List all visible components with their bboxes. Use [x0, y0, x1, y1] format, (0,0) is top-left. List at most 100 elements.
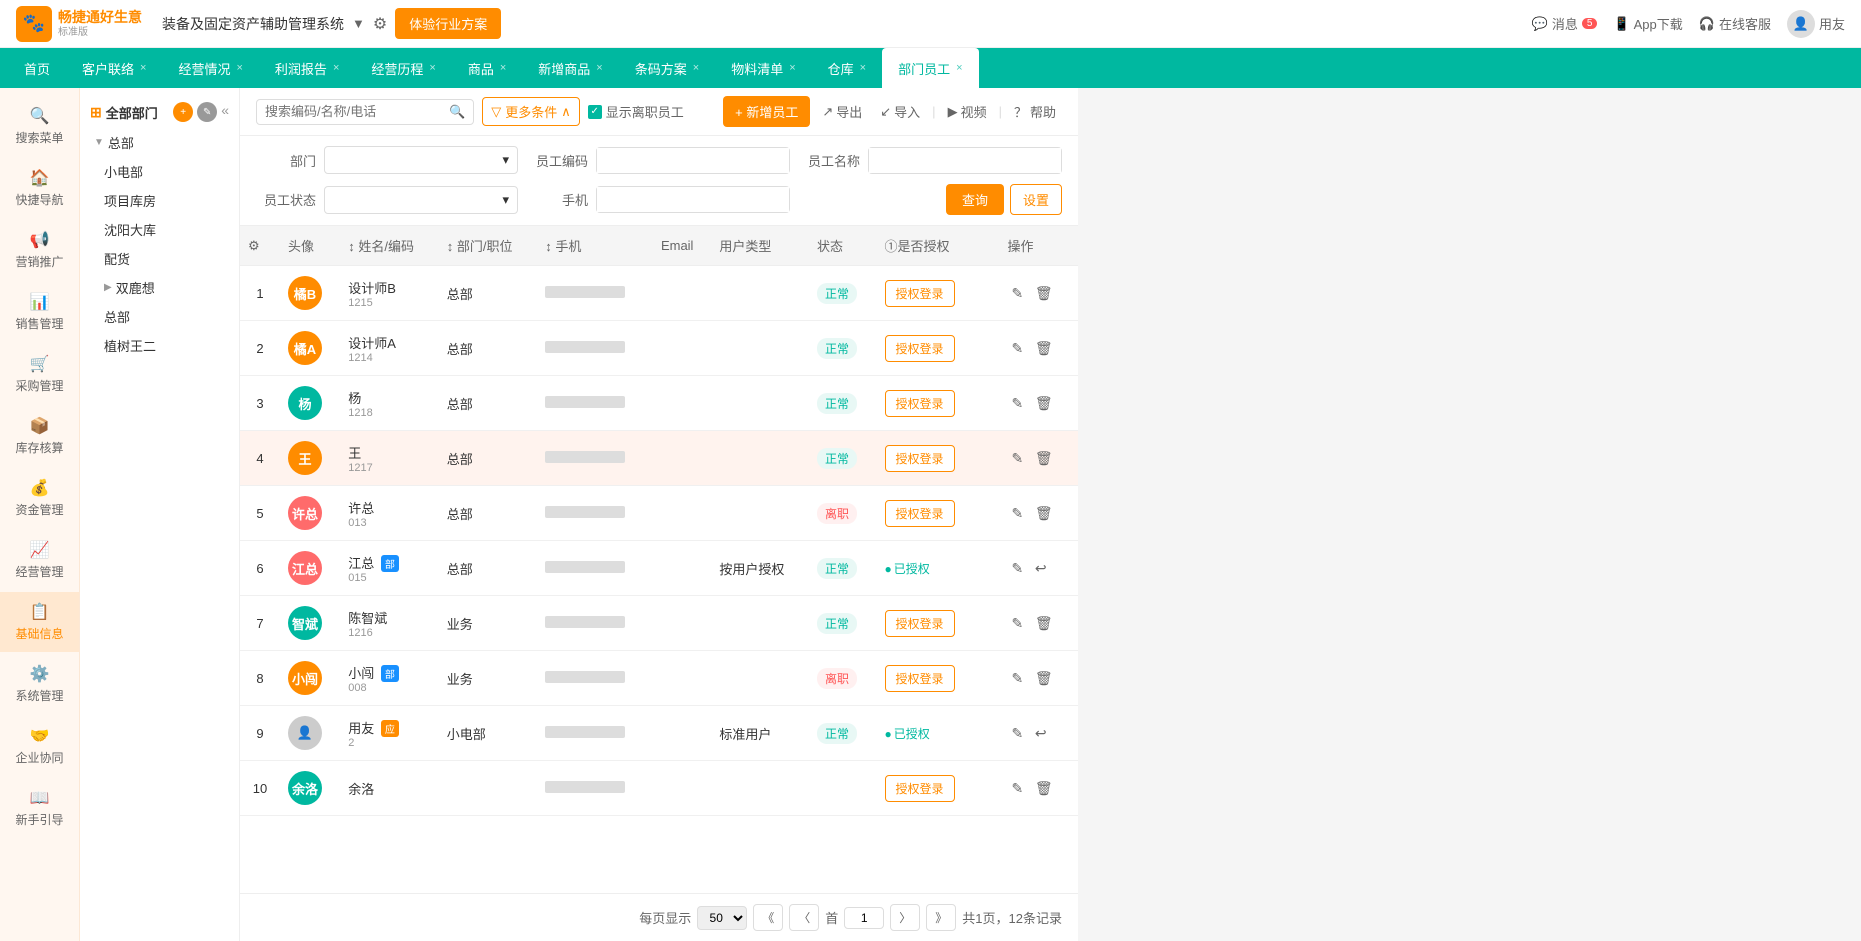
- tab-process-close[interactable]: ×: [429, 62, 435, 74]
- delete-button[interactable]: 🗑: [1031, 338, 1057, 358]
- tab-employees-close[interactable]: ×: [956, 62, 962, 74]
- user-area[interactable]: 👤 用友: [1787, 10, 1845, 38]
- emp-name-input[interactable]: [869, 148, 1061, 173]
- query-button[interactable]: 查询: [946, 184, 1004, 215]
- set-button[interactable]: 设置: [1010, 184, 1062, 215]
- tab-add-goods[interactable]: 新增商品 ×: [522, 48, 618, 88]
- tree-item-zongbu[interactable]: ▼ 总部: [80, 128, 239, 157]
- delete-button[interactable]: ↩: [1031, 723, 1051, 743]
- gear-icon[interactable]: ⚙: [373, 14, 387, 34]
- show-resigned-toggle[interactable]: ✓ 显示离职员工: [588, 102, 684, 121]
- trial-button[interactable]: 体验行业方案: [395, 8, 501, 39]
- edit-button[interactable]: ✎: [1007, 503, 1027, 523]
- phone-input[interactable]: [597, 187, 789, 212]
- emp-status-select[interactable]: ▾: [324, 186, 518, 214]
- tab-profit-close[interactable]: ×: [333, 62, 339, 74]
- sidebar-item-system[interactable]: ⚙️ 系统管理: [0, 654, 79, 714]
- delete-button[interactable]: 🗑: [1031, 613, 1057, 633]
- view-button[interactable]: ▶ 视频: [942, 98, 993, 125]
- export-button[interactable]: ↗ 导出: [816, 98, 868, 125]
- delete-button[interactable]: 🗑: [1031, 393, 1057, 413]
- delete-button[interactable]: 🗑: [1031, 448, 1057, 468]
- tab-goods[interactable]: 商品 ×: [452, 48, 522, 88]
- app-download-btn[interactable]: 📱 App下载: [1613, 14, 1682, 33]
- tab-operation[interactable]: 经营情况 ×: [162, 48, 258, 88]
- tab-employees[interactable]: 部门员工 ×: [882, 48, 978, 88]
- auth-button[interactable]: 授权登录: [885, 390, 955, 417]
- tab-bom[interactable]: 物料清单 ×: [715, 48, 811, 88]
- first-page-button[interactable]: 《: [753, 904, 783, 931]
- tree-item-zongbu2[interactable]: 总部: [80, 302, 239, 331]
- tab-barcode-close[interactable]: ×: [693, 62, 699, 74]
- delete-button[interactable]: ↩: [1031, 558, 1051, 578]
- edit-button[interactable]: ✎: [1007, 613, 1027, 633]
- dept-collapse-icon[interactable]: «: [221, 102, 229, 122]
- delete-button[interactable]: 🗑: [1031, 668, 1057, 688]
- tab-customer-close[interactable]: ×: [140, 62, 146, 74]
- filter-more-btn[interactable]: ▽ 更多条件 ∧: [482, 97, 580, 126]
- edit-button[interactable]: ✎: [1007, 338, 1027, 358]
- edit-button[interactable]: ✎: [1007, 393, 1027, 413]
- sidebar-item-basic[interactable]: 📋 基础信息: [0, 592, 79, 652]
- tab-goods-close[interactable]: ×: [500, 62, 506, 74]
- prev-page-button[interactable]: 〈: [789, 904, 819, 931]
- sidebar-item-purchase[interactable]: 🛒 采购管理: [0, 344, 79, 404]
- tab-barcode[interactable]: 条码方案 ×: [619, 48, 715, 88]
- edit-button[interactable]: ✎: [1007, 723, 1027, 743]
- tab-warehouse-close[interactable]: ×: [860, 62, 866, 74]
- tab-customer[interactable]: 客户联络 ×: [66, 48, 162, 88]
- edit-button[interactable]: ✎: [1007, 283, 1027, 303]
- auth-button[interactable]: 授权登录: [885, 775, 955, 802]
- col-settings[interactable]: ⚙: [240, 226, 280, 266]
- sidebar-item-search[interactable]: 🔍 搜索菜单: [0, 96, 79, 156]
- sidebar-item-guide[interactable]: 📖 新手引导: [0, 778, 79, 838]
- tab-bom-close[interactable]: ×: [789, 62, 795, 74]
- message-btn[interactable]: 💬 消息 5: [1532, 14, 1598, 33]
- dept-edit-icon[interactable]: ✎: [197, 102, 217, 122]
- auth-button[interactable]: 授权登录: [885, 665, 955, 692]
- edit-button[interactable]: ✎: [1007, 778, 1027, 798]
- col-name[interactable]: ↕ 姓名/编码: [340, 226, 439, 266]
- sidebar-item-collab[interactable]: 🤝 企业协同: [0, 716, 79, 776]
- delete-button[interactable]: 🗑: [1031, 503, 1057, 523]
- emp-code-input[interactable]: [597, 148, 789, 173]
- auth-button[interactable]: 授权登录: [885, 610, 955, 637]
- help-button[interactable]: ？ 帮助: [1008, 98, 1062, 125]
- tab-process[interactable]: 经营历程 ×: [355, 48, 451, 88]
- tree-item-zhishu[interactable]: 植树王二: [80, 331, 239, 360]
- dept-select[interactable]: ▾: [324, 146, 518, 174]
- sidebar-item-finance[interactable]: 💰 资金管理: [0, 468, 79, 528]
- tab-operation-close[interactable]: ×: [236, 62, 242, 74]
- sidebar-item-inventory[interactable]: 📦 库存核算: [0, 406, 79, 466]
- tree-item-shenyang[interactable]: 沈阳大库: [80, 215, 239, 244]
- tab-profit[interactable]: 利润报告 ×: [259, 48, 355, 88]
- page-number-input[interactable]: [844, 907, 884, 929]
- col-phone[interactable]: ↕ 手机: [537, 226, 653, 266]
- col-dept[interactable]: ↕ 部门/职位: [439, 226, 538, 266]
- per-page-select[interactable]: 50: [697, 906, 747, 930]
- edit-button[interactable]: ✎: [1007, 558, 1027, 578]
- tab-add-goods-close[interactable]: ×: [596, 62, 602, 74]
- delete-button[interactable]: 🗑: [1031, 283, 1057, 303]
- edit-button[interactable]: ✎: [1007, 448, 1027, 468]
- sidebar-item-operations[interactable]: 📈 经营管理: [0, 530, 79, 590]
- sidebar-item-quicknav[interactable]: 🏠 快捷导航: [0, 158, 79, 218]
- delete-button[interactable]: 🗑: [1031, 778, 1057, 798]
- sidebar-item-marketing[interactable]: 📢 营销推广: [0, 220, 79, 280]
- system-dropdown-arrow[interactable]: ▼: [352, 16, 365, 31]
- tree-item-shuanglu[interactable]: ▶ 双鹿想: [80, 273, 239, 302]
- online-service-btn[interactable]: 🎧 在线客服: [1699, 14, 1771, 33]
- last-page-button[interactable]: 》: [926, 904, 956, 931]
- sidebar-item-sales[interactable]: 📊 销售管理: [0, 282, 79, 342]
- search-box[interactable]: 🔍: [256, 99, 474, 125]
- tab-home[interactable]: 首页: [8, 48, 66, 88]
- edit-button[interactable]: ✎: [1007, 668, 1027, 688]
- auth-button[interactable]: 授权登录: [885, 445, 955, 472]
- dept-add-icon[interactable]: +: [173, 102, 193, 122]
- next-page-button[interactable]: 〉: [890, 904, 920, 931]
- auth-button[interactable]: 授权登录: [885, 335, 955, 362]
- tree-item-xiangmu[interactable]: 项目库房: [80, 186, 239, 215]
- search-input[interactable]: [265, 104, 445, 119]
- add-employee-button[interactable]: + 新增员工: [723, 96, 810, 127]
- auth-button[interactable]: 授权登录: [885, 280, 955, 307]
